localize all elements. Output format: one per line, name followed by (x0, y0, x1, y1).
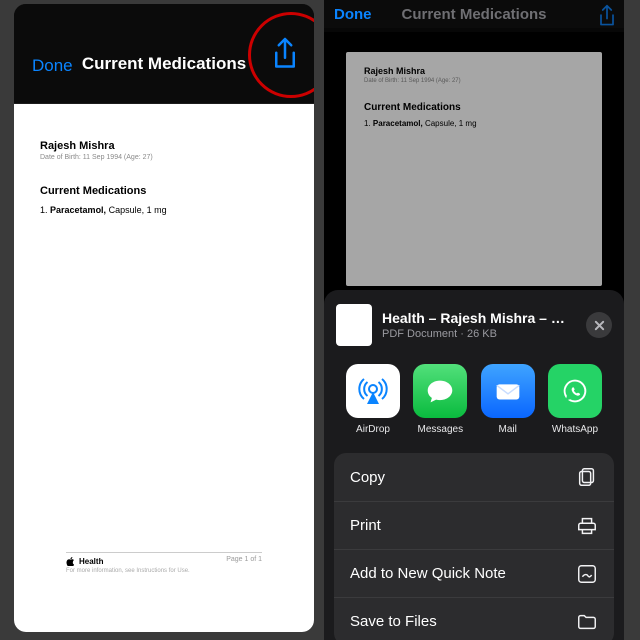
share-button[interactable] (270, 36, 300, 72)
share-app-label: WhatsApp (552, 424, 598, 435)
action-save-to-files[interactable]: Save to Files (334, 597, 614, 640)
print-icon (576, 515, 598, 537)
share-header: Health – Rajesh Mishra – Medicati… PDF D… (336, 304, 612, 346)
item-details: Capsule, 1 mg (106, 205, 167, 215)
medication-item: 1. Paracetamol, Capsule, 1 mg (40, 205, 288, 215)
share-apps-row: AirDrop Messages Mail (336, 364, 612, 435)
action-label: Print (350, 517, 381, 534)
action-label: Copy (350, 469, 385, 486)
share-app-label: Mail (498, 424, 516, 435)
share-button[interactable] (596, 4, 618, 28)
close-button[interactable] (586, 312, 612, 338)
patient-name: Rajesh Mishra (40, 140, 288, 152)
messages-icon (413, 364, 467, 418)
share-actions-list: Copy Print Add to New Quick Note (334, 453, 614, 640)
pdf-preview[interactable]: Rajesh Mishra Date of Birth: 11 Sep 1994… (14, 104, 314, 632)
share-app-mail[interactable]: Mail (477, 364, 539, 435)
folder-icon (576, 611, 598, 633)
whatsapp-icon (548, 364, 602, 418)
share-app-label: AirDrop (356, 424, 390, 435)
left-navbar: Done Current Medications (14, 4, 314, 104)
doc-instructions: For more information, see Instructions f… (66, 568, 262, 574)
dimmed-background[interactable] (324, 28, 624, 292)
section-title: Current Medications (40, 185, 288, 197)
action-copy[interactable]: Copy (334, 453, 614, 501)
page-title: Current Medications (324, 6, 624, 23)
item-index: 1. (40, 205, 48, 215)
right-screenshot: Done Current Medications Rajesh Mishra D… (324, 0, 624, 640)
share-icon (270, 36, 300, 72)
quick-note-icon (576, 563, 598, 585)
date-of-birth: Date of Birth: 11 Sep 1994 (Age: 27) (40, 154, 288, 161)
page-title: Current Medications (14, 54, 314, 74)
share-icon (596, 4, 618, 28)
share-sheet: Health – Rajesh Mishra – Medicati… PDF D… (324, 290, 624, 640)
left-screenshot: Done Current Medications Rajesh Mishra D… (14, 4, 314, 632)
airdrop-icon (346, 364, 400, 418)
mail-icon (481, 364, 535, 418)
action-label: Add to New Quick Note (350, 565, 506, 582)
apple-logo-icon (66, 557, 75, 566)
share-app-airdrop[interactable]: AirDrop (342, 364, 404, 435)
action-print[interactable]: Print (334, 501, 614, 549)
share-title: Health – Rajesh Mishra – Medicati… (382, 310, 576, 326)
share-subtitle: PDF Document · 26 KB (382, 328, 576, 340)
action-label: Save to Files (350, 613, 437, 630)
document-thumbnail (336, 304, 372, 346)
share-app-messages[interactable]: Messages (409, 364, 471, 435)
action-quick-note[interactable]: Add to New Quick Note (334, 549, 614, 597)
page-counter: Page 1 of 1 (226, 556, 262, 563)
share-app-label: Messages (418, 424, 464, 435)
item-name: Paracetamol, (50, 205, 106, 215)
health-brand-text: Health (79, 557, 103, 566)
doc-footer: Health For more information, see Instruc… (66, 552, 262, 574)
copy-icon (576, 466, 598, 488)
close-icon (594, 320, 605, 331)
share-app-whatsapp[interactable]: WhatsApp (544, 364, 606, 435)
